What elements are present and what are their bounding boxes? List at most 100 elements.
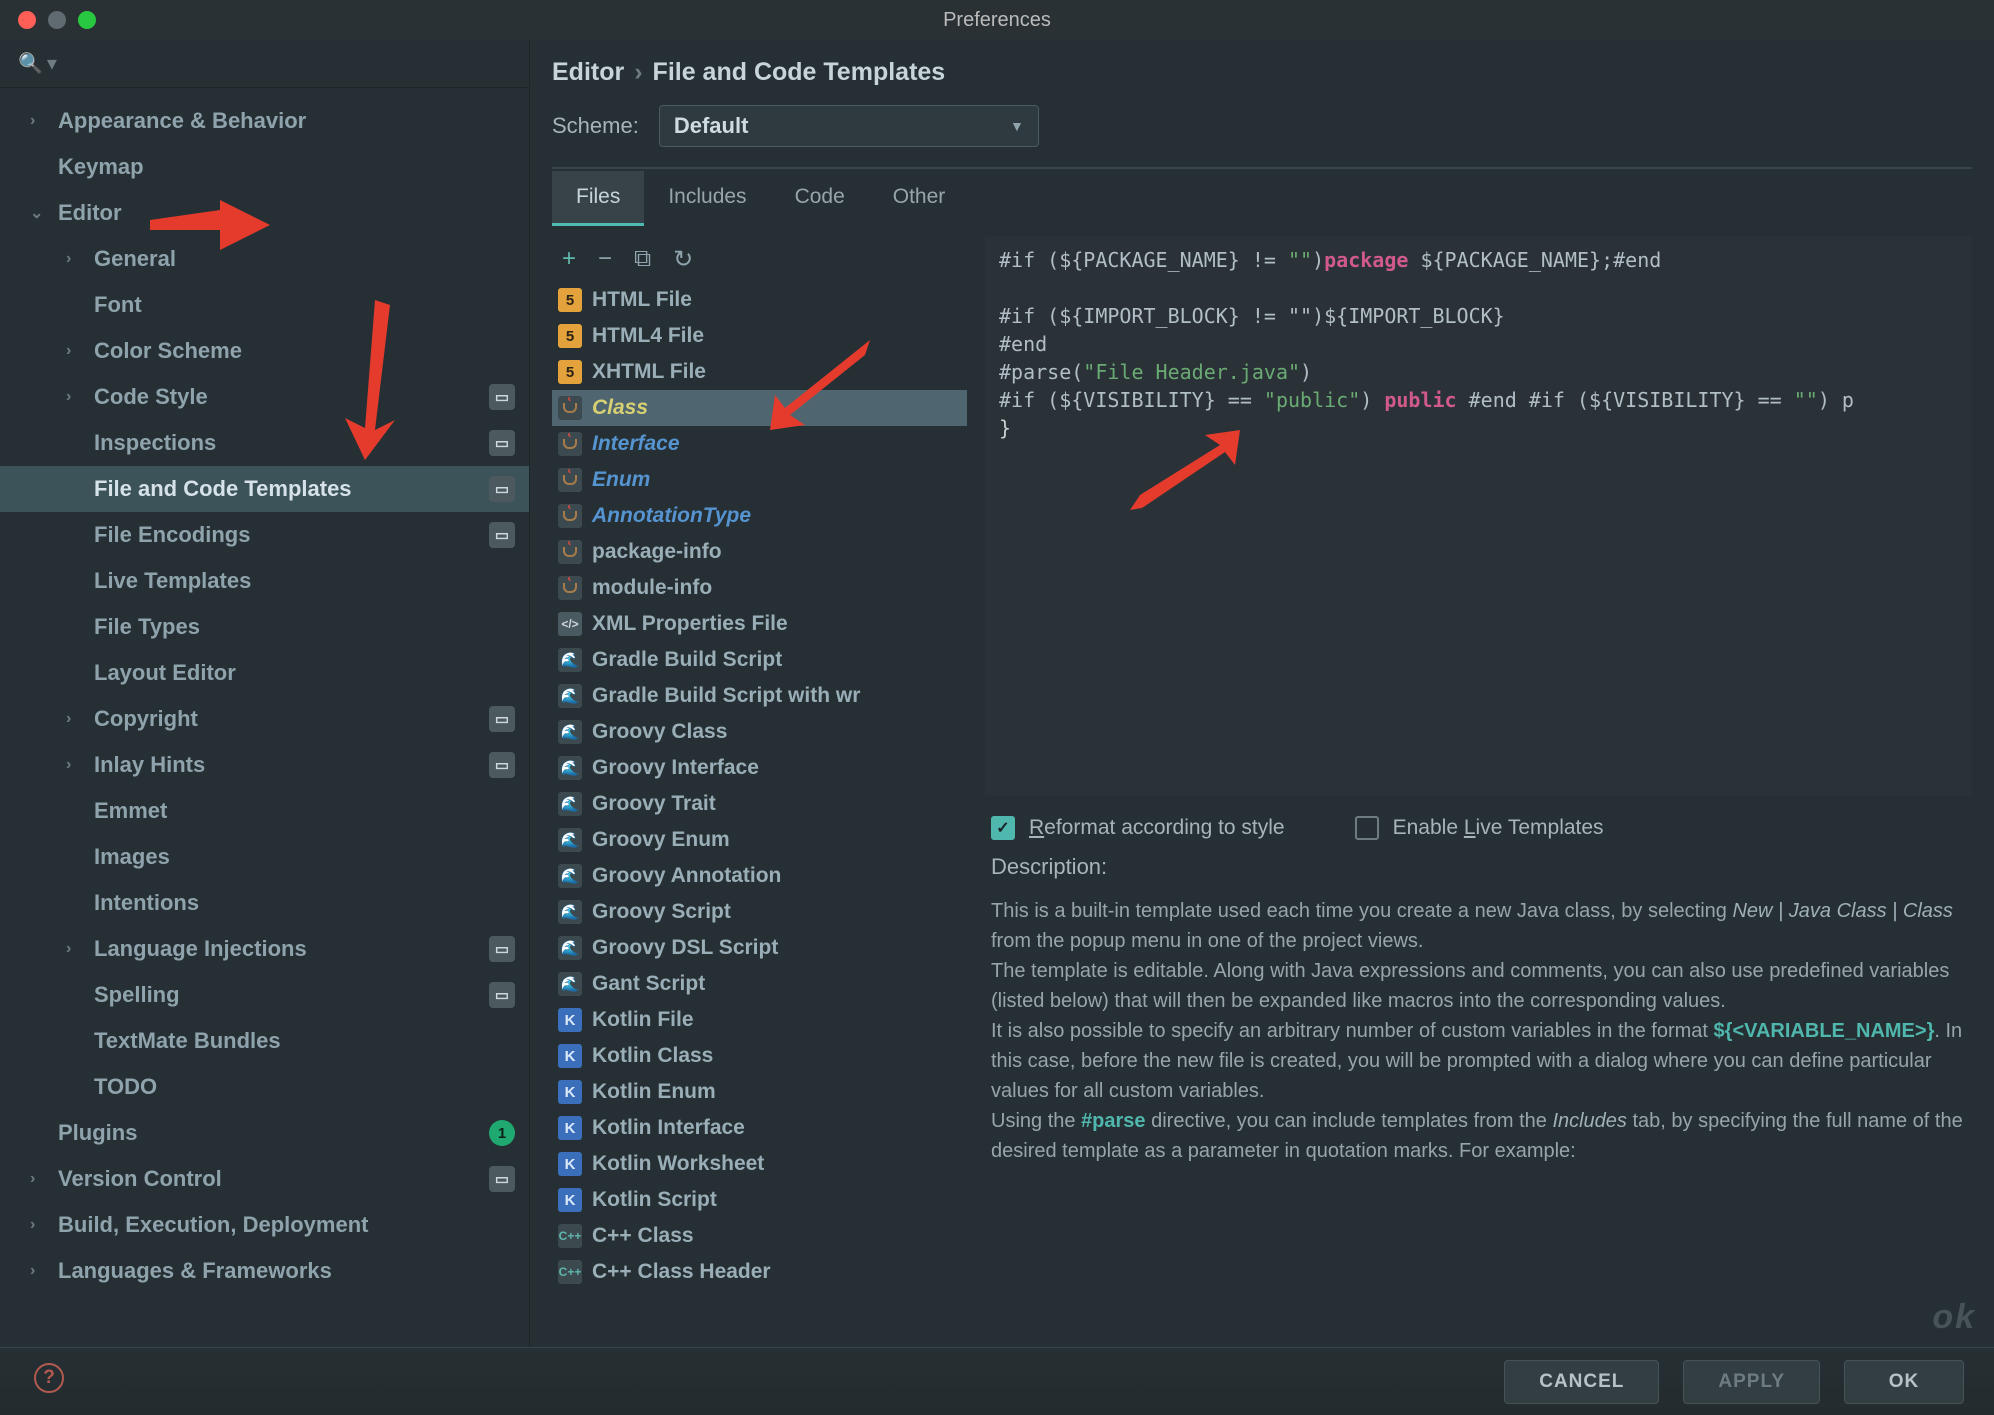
template-toolbar: + − ⧉ ↻ <box>552 236 967 282</box>
project-settings-icon: ▭ <box>489 982 515 1008</box>
kotlin-icon: K <box>558 1080 582 1104</box>
groovy-icon: 🌊 <box>558 792 582 816</box>
settings-node-file-encodings[interactable]: File Encodings▭ <box>0 512 529 558</box>
template-item[interactable]: KKotlin File <box>552 1002 967 1038</box>
scheme-select[interactable]: Default▼ <box>659 105 1039 147</box>
settings-node-textmate-bundles[interactable]: TextMate Bundles <box>0 1018 529 1064</box>
settings-node-language-injections[interactable]: ›Language Injections▭ <box>0 926 529 972</box>
template-item[interactable]: KKotlin Enum <box>552 1074 967 1110</box>
add-button[interactable]: + <box>562 245 576 273</box>
template-item[interactable]: 5HTML File <box>552 282 967 318</box>
settings-node-intentions[interactable]: Intentions <box>0 880 529 926</box>
template-item[interactable]: C++C++ Class Header <box>552 1254 967 1290</box>
java-icon <box>558 468 582 492</box>
live-templates-checkbox[interactable]: Enable Live Templates <box>1355 816 1604 840</box>
settings-node-general[interactable]: ›General <box>0 236 529 282</box>
project-settings-icon: ▭ <box>489 1166 515 1192</box>
settings-node-file-and-code-templates[interactable]: File and Code Templates▭ <box>0 466 529 512</box>
settings-node-editor[interactable]: ⌄Editor <box>0 190 529 236</box>
settings-node-keymap[interactable]: Keymap <box>0 144 529 190</box>
tab-includes[interactable]: Includes <box>644 171 770 226</box>
template-item[interactable]: KKotlin Script <box>552 1182 967 1218</box>
template-item[interactable]: 🌊Gradle Build Script <box>552 642 967 678</box>
settings-node-version-control[interactable]: ›Version Control▭ <box>0 1156 529 1202</box>
settings-node-font[interactable]: Font <box>0 282 529 328</box>
groovy-icon: 🌊 <box>558 900 582 924</box>
groovy-icon: 🌊 <box>558 756 582 780</box>
settings-node-live-templates[interactable]: Live Templates <box>0 558 529 604</box>
settings-node-appearance-behavior[interactable]: ›Appearance & Behavior <box>0 98 529 144</box>
template-item[interactable]: 🌊Groovy DSL Script <box>552 930 967 966</box>
template-item[interactable]: KKotlin Worksheet <box>552 1146 967 1182</box>
copy-button[interactable]: ⧉ <box>634 245 651 273</box>
checkbox-icon <box>1355 816 1379 840</box>
settings-node-inlay-hints[interactable]: ›Inlay Hints▭ <box>0 742 529 788</box>
cancel-button[interactable]: CANCEL <box>1504 1360 1659 1404</box>
revert-button[interactable]: ↻ <box>673 245 693 274</box>
tab-code[interactable]: Code <box>771 171 869 226</box>
kotlin-icon: K <box>558 1008 582 1032</box>
apply-button[interactable]: APPLY <box>1683 1360 1820 1404</box>
template-item[interactable]: C++C++ Class <box>552 1218 967 1254</box>
minimize-window-icon[interactable] <box>48 11 66 29</box>
tab-files[interactable]: Files <box>552 171 644 226</box>
settings-node-images[interactable]: Images <box>0 834 529 880</box>
template-item[interactable]: 🌊Groovy Enum <box>552 822 967 858</box>
cpp-icon: C++ <box>558 1260 582 1284</box>
template-item[interactable]: KKotlin Class <box>552 1038 967 1074</box>
maximize-window-icon[interactable] <box>78 11 96 29</box>
close-window-icon[interactable] <box>18 11 36 29</box>
template-item[interactable]: 🌊Groovy Trait <box>552 786 967 822</box>
ok-button[interactable]: OK <box>1844 1360 1964 1404</box>
search-input[interactable]: 🔍▾ <box>0 40 529 88</box>
chevron-down-icon: ▼ <box>1010 118 1024 134</box>
settings-node-plugins[interactable]: Plugins1 <box>0 1110 529 1156</box>
kotlin-icon: K <box>558 1188 582 1212</box>
update-count-badge: 1 <box>489 1120 515 1146</box>
template-editor[interactable]: #if (${PACKAGE_NAME} != "")package ${PAC… <box>985 236 1972 796</box>
settings-node-layout-editor[interactable]: Layout Editor <box>0 650 529 696</box>
tab-other[interactable]: Other <box>869 171 970 226</box>
template-item[interactable]: AnnotationType <box>552 498 967 534</box>
template-item[interactable]: 5HTML4 File <box>552 318 967 354</box>
project-settings-icon: ▭ <box>489 430 515 456</box>
main-panel: Editor›File and Code Templates Scheme: D… <box>530 40 1994 1347</box>
settings-node-copyright[interactable]: ›Copyright▭ <box>0 696 529 742</box>
project-settings-icon: ▭ <box>489 752 515 778</box>
dialog-footer: CANCEL APPLY OK <box>0 1347 1994 1415</box>
settings-node-file-types[interactable]: File Types <box>0 604 529 650</box>
settings-tree: ›Appearance & BehaviorKeymap⌄Editor›Gene… <box>0 88 529 1347</box>
preferences-sidebar: 🔍▾ ›Appearance & BehaviorKeymap⌄Editor›G… <box>0 40 530 1347</box>
settings-node-spelling[interactable]: Spelling▭ <box>0 972 529 1018</box>
template-item[interactable]: 🌊Gant Script <box>552 966 967 1002</box>
template-item[interactable]: KKotlin Interface <box>552 1110 967 1146</box>
java-icon <box>558 432 582 456</box>
template-item[interactable]: 🌊Groovy Annotation <box>552 858 967 894</box>
settings-node-inspections[interactable]: Inspections▭ <box>0 420 529 466</box>
template-item[interactable]: 🌊Groovy Interface <box>552 750 967 786</box>
template-item[interactable]: package-info <box>552 534 967 570</box>
template-item[interactable]: 🌊Gradle Build Script with wr <box>552 678 967 714</box>
reformat-checkbox[interactable]: ✓ Reformat according to style <box>991 816 1285 840</box>
template-tabs: FilesIncludesCodeOther <box>552 171 1972 226</box>
settings-node-emmet[interactable]: Emmet <box>0 788 529 834</box>
settings-node-todo[interactable]: TODO <box>0 1064 529 1110</box>
template-item[interactable]: module-info <box>552 570 967 606</box>
titlebar: Preferences <box>0 0 1994 40</box>
settings-node-languages-frameworks[interactable]: ›Languages & Frameworks <box>0 1248 529 1294</box>
template-item[interactable]: Enum <box>552 462 967 498</box>
groovy-icon: 🌊 <box>558 828 582 852</box>
template-item[interactable]: 🌊Groovy Class <box>552 714 967 750</box>
template-item[interactable]: 5XHTML File <box>552 354 967 390</box>
settings-node-build-execution-deployment[interactable]: ›Build, Execution, Deployment <box>0 1202 529 1248</box>
checkbox-checked-icon: ✓ <box>991 816 1015 840</box>
settings-node-color-scheme[interactable]: ›Color Scheme <box>0 328 529 374</box>
help-icon[interactable]: ? <box>34 1363 64 1393</box>
remove-button[interactable]: − <box>598 245 612 273</box>
template-item[interactable]: 🌊Groovy Script <box>552 894 967 930</box>
template-item[interactable]: </>XML Properties File <box>552 606 967 642</box>
template-item[interactable]: Class <box>552 390 967 426</box>
template-item[interactable]: Interface <box>552 426 967 462</box>
window-title: Preferences <box>943 9 1051 32</box>
settings-node-code-style[interactable]: ›Code Style▭ <box>0 374 529 420</box>
